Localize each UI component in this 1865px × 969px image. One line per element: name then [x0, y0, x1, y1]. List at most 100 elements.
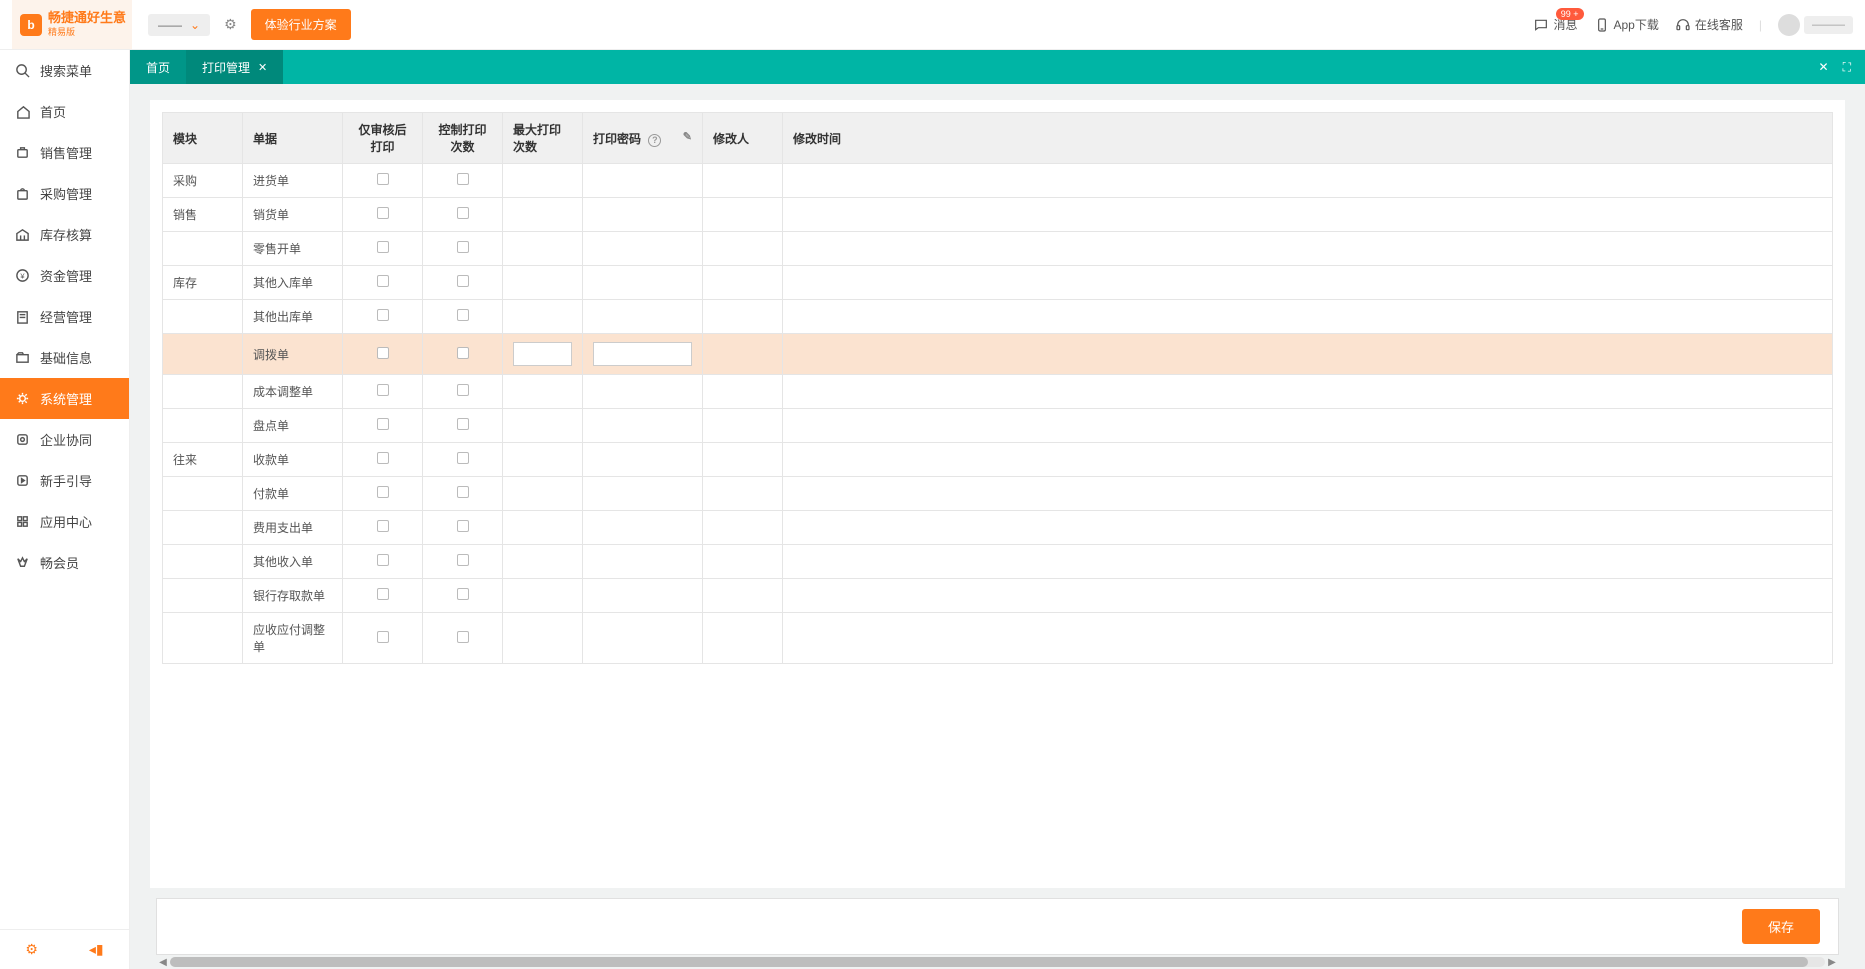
cell-max-count [503, 164, 583, 198]
checkbox-audit[interactable] [377, 486, 389, 498]
sidebar-item-home[interactable]: 首页 [0, 91, 129, 132]
cell-password [583, 232, 703, 266]
sidebar-item-label: 畅会员 [40, 553, 79, 572]
logo[interactable]: b 畅捷通好生意 精易版 [12, 0, 132, 49]
checkbox-audit[interactable] [377, 631, 389, 643]
user-menu[interactable]: ——— [1778, 14, 1853, 36]
sidebar-item-label: 基础信息 [40, 348, 92, 367]
cell-modifier [703, 164, 783, 198]
cell-max-count[interactable] [503, 334, 583, 375]
cell-password [583, 511, 703, 545]
sidebar-item-fund[interactable]: ¥资金管理 [0, 255, 129, 296]
tabs-close-all-icon[interactable]: ✕ [1819, 60, 1829, 74]
checkbox-audit[interactable] [377, 347, 389, 359]
cell-modifier [703, 375, 783, 409]
checkbox-audit[interactable] [377, 452, 389, 464]
checkbox-audit[interactable] [377, 275, 389, 287]
tab-close-icon[interactable]: ✕ [258, 61, 267, 74]
sidebar-item-search[interactable]: 搜索菜单 [0, 50, 129, 91]
sidebar-item-inventory[interactable]: 库存核算 [0, 214, 129, 255]
horizontal-scrollbar[interactable]: ◀ ▶ [150, 955, 1845, 969]
checkbox-audit[interactable] [377, 520, 389, 532]
cell-modifier [703, 232, 783, 266]
checkbox-control[interactable] [457, 309, 469, 321]
sidebar-item-coop[interactable]: 企业协同 [0, 419, 129, 460]
cell-password [583, 443, 703, 477]
sidebar-item-label: 销售管理 [40, 143, 92, 162]
table-row: 付款单 [163, 477, 1833, 511]
sidebar-item-vip[interactable]: 畅会员 [0, 542, 129, 583]
checkbox-control[interactable] [457, 520, 469, 532]
scroll-left-icon[interactable]: ◀ [156, 957, 170, 968]
checkbox-control[interactable] [457, 452, 469, 464]
checkbox-audit[interactable] [377, 554, 389, 566]
cell-password [583, 300, 703, 334]
sidebar-item-appcenter[interactable]: 应用中心 [0, 501, 129, 542]
sidebar-item-purchase[interactable]: 采购管理 [0, 173, 129, 214]
warehouse-icon [14, 227, 30, 242]
th-doc: 单据 [243, 113, 343, 164]
scroll-track[interactable] [170, 957, 1825, 967]
scroll-right-icon[interactable]: ▶ [1825, 957, 1839, 968]
checkbox-audit[interactable] [377, 207, 389, 219]
checkbox-control[interactable] [457, 486, 469, 498]
checkbox-control[interactable] [457, 588, 469, 600]
cell-modify-time [783, 300, 1833, 334]
cell-audit-checkbox [343, 409, 423, 443]
checkbox-control[interactable] [457, 207, 469, 219]
cell-modifier [703, 443, 783, 477]
checkbox-control[interactable] [457, 554, 469, 566]
cell-modifier [703, 334, 783, 375]
cell-audit-checkbox [343, 266, 423, 300]
table-row: 采购进货单 [163, 164, 1833, 198]
checkbox-audit[interactable] [377, 588, 389, 600]
checkbox-control[interactable] [457, 347, 469, 359]
trial-button[interactable]: 体验行业方案 [251, 9, 351, 40]
checkbox-audit[interactable] [377, 384, 389, 396]
cell-modify-time [783, 613, 1833, 664]
sidebar-item-guide[interactable]: 新手引导 [0, 460, 129, 501]
cell-modify-time [783, 579, 1833, 613]
cell-module [163, 300, 243, 334]
sidebar-item-label: 搜索菜单 [40, 61, 92, 80]
settings-icon[interactable]: ⚙ [224, 16, 237, 33]
bag-icon [14, 186, 30, 201]
checkbox-control[interactable] [457, 173, 469, 185]
online-service-link[interactable]: 在线客服 [1675, 16, 1743, 33]
checkbox-control[interactable] [457, 241, 469, 253]
tab-print-management[interactable]: 打印管理 ✕ [186, 50, 283, 84]
cell-max-count [503, 511, 583, 545]
help-icon[interactable]: ? [648, 134, 661, 147]
save-button[interactable]: 保存 [1742, 909, 1820, 944]
checkbox-control[interactable] [457, 384, 469, 396]
cell-control-checkbox [423, 300, 503, 334]
checkbox-control[interactable] [457, 275, 469, 287]
checkbox-audit[interactable] [377, 418, 389, 430]
sidebar-item-system[interactable]: 系统管理 [0, 378, 129, 419]
scroll-thumb[interactable] [170, 957, 1808, 967]
tabs-fullscreen-icon[interactable]: ⛶ [1843, 60, 1851, 75]
cell-control-checkbox [423, 164, 503, 198]
checkbox-control[interactable] [457, 631, 469, 643]
app-download-link[interactable]: App下载 [1594, 16, 1659, 33]
messages-link[interactable]: 消息 99 + [1533, 16, 1577, 33]
org-selector[interactable]: —— ⌄ [148, 14, 210, 36]
chevron-down-icon: ⌄ [190, 18, 200, 32]
cell-doc: 零售开单 [243, 232, 343, 266]
cell-control-checkbox [423, 443, 503, 477]
sidebar-item-base[interactable]: 基础信息 [0, 337, 129, 378]
cell-module: 库存 [163, 266, 243, 300]
checkbox-control[interactable] [457, 418, 469, 430]
sidebar-item-sales[interactable]: 销售管理 [0, 132, 129, 173]
sidebar-settings-icon[interactable]: ⚙ [25, 941, 38, 958]
checkbox-audit[interactable] [377, 173, 389, 185]
edit-icon[interactable]: ✎ [683, 130, 692, 143]
checkbox-audit[interactable] [377, 309, 389, 321]
checkbox-audit[interactable] [377, 241, 389, 253]
search-icon [14, 63, 30, 78]
vip-icon [14, 555, 30, 570]
cell-password[interactable] [583, 334, 703, 375]
tab-home[interactable]: 首页 [130, 50, 186, 84]
sidebar-item-operation[interactable]: 经营管理 [0, 296, 129, 337]
sidebar-collapse-icon[interactable]: ◂▮ [89, 941, 104, 958]
